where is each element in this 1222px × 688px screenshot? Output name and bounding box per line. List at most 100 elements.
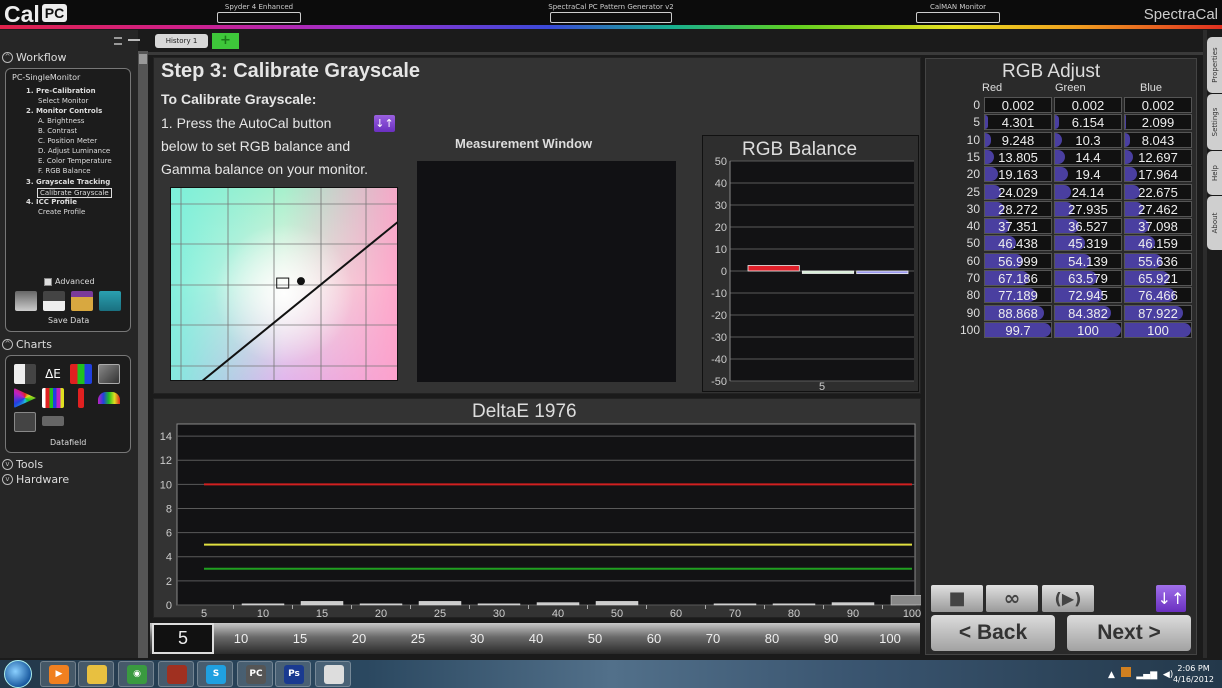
delta-e-chart-icon[interactable]: ΔE <box>42 364 64 384</box>
taskbar-app-button[interactable]: S <box>197 661 233 687</box>
continuous-read-button[interactable]: ∞ <box>986 585 1038 612</box>
printer-icon[interactable] <box>15 291 37 311</box>
point-button-70[interactable]: 70 <box>693 623 733 654</box>
workflow-item[interactable]: D. Adjust Luminance <box>38 147 110 155</box>
rgb-adjust-cell[interactable]: 14.4 <box>1054 148 1122 165</box>
workflow-item[interactable]: Select Monitor <box>38 97 88 105</box>
rgb-adjust-cell[interactable]: 17.964 <box>1124 166 1192 183</box>
taskbar-app-button[interactable]: ◉ <box>118 661 154 687</box>
spectrum-chart-icon[interactable] <box>98 392 120 404</box>
rgb-adjust-cell[interactable]: 22.675 <box>1124 183 1192 200</box>
rgb-adjust-cell[interactable]: 100 <box>1054 321 1122 338</box>
rgb-adjust-cell[interactable]: 88.868 <box>984 304 1052 321</box>
tab-about[interactable]: About <box>1207 196 1222 250</box>
tools-header[interactable]: v Tools <box>2 458 43 471</box>
rgb-adjust-cell[interactable]: 54.139 <box>1054 252 1122 269</box>
rgb-adjust-cell[interactable]: 84.382 <box>1054 304 1122 321</box>
rgb-adjust-cell[interactable]: 13.805 <box>984 148 1052 165</box>
rgb-adjust-cell[interactable]: 19.4 <box>1054 166 1122 183</box>
workflow-item[interactable]: E. Color Temperature <box>38 157 112 165</box>
point-button-50[interactable]: 50 <box>575 623 615 654</box>
add-history-button[interactable]: + <box>212 33 239 49</box>
point-button-60[interactable]: 60 <box>634 623 674 654</box>
workflow-item-selected[interactable]: Calibrate Grayscale <box>37 188 112 198</box>
rgb-adjust-cell[interactable]: 56.999 <box>984 252 1052 269</box>
workflow-item[interactable]: Create Profile <box>38 208 85 216</box>
rgb-adjust-cell[interactable]: 8.043 <box>1124 131 1192 148</box>
rgb-adjust-cell[interactable]: 24.029 <box>984 183 1052 200</box>
device-display[interactable]: CalMAN Monitor <box>916 3 1000 23</box>
point-button-5[interactable]: 5 <box>152 623 214 654</box>
rgb-balance-chart-icon[interactable] <box>70 364 92 384</box>
rgb-adjust-cell[interactable]: 6.154 <box>1054 114 1122 131</box>
rgb-adjust-cell[interactable]: 65.921 <box>1124 270 1192 286</box>
rgb-adjust-cell[interactable]: 76.466 <box>1124 287 1192 304</box>
rgb-adjust-cell[interactable]: 2.099 <box>1124 114 1192 131</box>
luminance-chart-icon[interactable] <box>14 364 36 384</box>
save-data-icon[interactable] <box>43 291 65 311</box>
rgb-adjust-cell[interactable]: 46.438 <box>984 235 1052 252</box>
datafield-chart-icon[interactable] <box>14 412 36 432</box>
color-bars-chart-icon[interactable] <box>42 388 64 408</box>
system-tray[interactable]: ▲ ▂▄▆ ◀) <box>1108 667 1173 680</box>
workflow-item[interactable]: A. Brightness <box>38 117 84 125</box>
point-button-15[interactable]: 15 <box>280 623 320 654</box>
workflow-item[interactable]: 4. ICC Profile <box>26 198 77 206</box>
rgb-adjust-cell[interactable]: 24.14 <box>1054 183 1122 200</box>
rgb-adjust-cell[interactable]: 37.098 <box>1124 218 1192 235</box>
workflow-item[interactable]: 2. Monitor Controls <box>26 107 102 115</box>
workflow-header[interactable]: ^ Workflow <box>2 51 67 64</box>
advanced-checkbox[interactable] <box>44 278 52 286</box>
autocal-button[interactable]: ↓↑ <box>1156 585 1186 612</box>
rgb-adjust-cell[interactable]: 100 <box>1124 321 1192 338</box>
gamma-chart-icon[interactable] <box>98 364 120 384</box>
rgb-adjust-cell[interactable]: 0.002 <box>1054 97 1122 113</box>
point-button-30[interactable]: 30 <box>457 623 497 654</box>
pin-icon[interactable] <box>114 37 122 45</box>
workflow-item[interactable]: 1. Pre-Calibration <box>26 87 96 95</box>
tab-settings[interactable]: Settings <box>1207 94 1222 150</box>
taskbar-app-button[interactable]: Ps <box>275 661 311 687</box>
point-button-20[interactable]: 20 <box>339 623 379 654</box>
rgb-adjust-cell[interactable]: 4.301 <box>984 114 1052 131</box>
start-button[interactable] <box>4 660 32 688</box>
taskbar-app-button[interactable]: ▶ <box>40 661 76 687</box>
rgb-adjust-cell[interactable]: 12.697 <box>1124 148 1192 165</box>
signal-icon[interactable]: ▂▄▆ <box>1136 670 1157 680</box>
next-button[interactable]: Next > <box>1067 615 1191 651</box>
back-button[interactable]: < Back <box>931 615 1055 651</box>
point-button-80[interactable]: 80 <box>752 623 792 654</box>
rgb-adjust-cell[interactable]: 9.248 <box>984 131 1052 148</box>
tray-app-icon[interactable] <box>1120 667 1131 677</box>
clock[interactable]: 2:06 PM 4/16/2012 <box>1173 663 1214 685</box>
device-pattern-generator[interactable]: SpectraCal PC Pattern Generator v2 <box>540 3 682 23</box>
rgb-adjust-cell[interactable]: 46.159 <box>1124 235 1192 252</box>
taskbar-app-button[interactable] <box>78 661 114 687</box>
rgb-adjust-cell[interactable]: 36.527 <box>1054 218 1122 235</box>
rgb-adjust-cell[interactable]: 67.186 <box>984 270 1052 286</box>
export-folder-icon[interactable] <box>99 291 121 311</box>
rgb-adjust-cell[interactable]: 0.002 <box>1124 97 1192 113</box>
hardware-header[interactable]: v Hardware <box>2 473 69 486</box>
point-button-10[interactable]: 10 <box>221 623 261 654</box>
point-button-90[interactable]: 90 <box>811 623 851 654</box>
taskbar-app-button[interactable] <box>158 661 194 687</box>
rgb-adjust-cell[interactable]: 72.945 <box>1054 287 1122 304</box>
rgb-adjust-cell[interactable]: 63.579 <box>1054 270 1122 286</box>
workflow-item[interactable]: F. RGB Balance <box>38 167 91 175</box>
taskbar-app-button[interactable]: PC <box>237 661 273 687</box>
rgb-adjust-cell[interactable]: 0.002 <box>984 97 1052 113</box>
workflow-item[interactable]: B. Contrast <box>38 127 77 135</box>
read-series-button[interactable]: (▶) <box>1042 585 1094 612</box>
rgb-adjust-cell[interactable]: 87.922 <box>1124 304 1192 321</box>
workflow-item[interactable]: C. Position Meter <box>38 137 97 145</box>
tab-help[interactable]: Help <box>1207 151 1222 195</box>
rgb-adjust-cell[interactable]: 27.935 <box>1054 200 1122 217</box>
taskbar-app-button[interactable] <box>315 661 351 687</box>
thermometer-chart-icon[interactable] <box>78 388 84 408</box>
tab-properties[interactable]: Properties <box>1207 37 1222 93</box>
device-meter[interactable]: Spyder 4 Enhanced <box>217 3 301 23</box>
rgb-adjust-cell[interactable]: 37.351 <box>984 218 1052 235</box>
rgb-adjust-cell[interactable]: 28.272 <box>984 200 1052 217</box>
open-folder-icon[interactable] <box>71 291 93 311</box>
